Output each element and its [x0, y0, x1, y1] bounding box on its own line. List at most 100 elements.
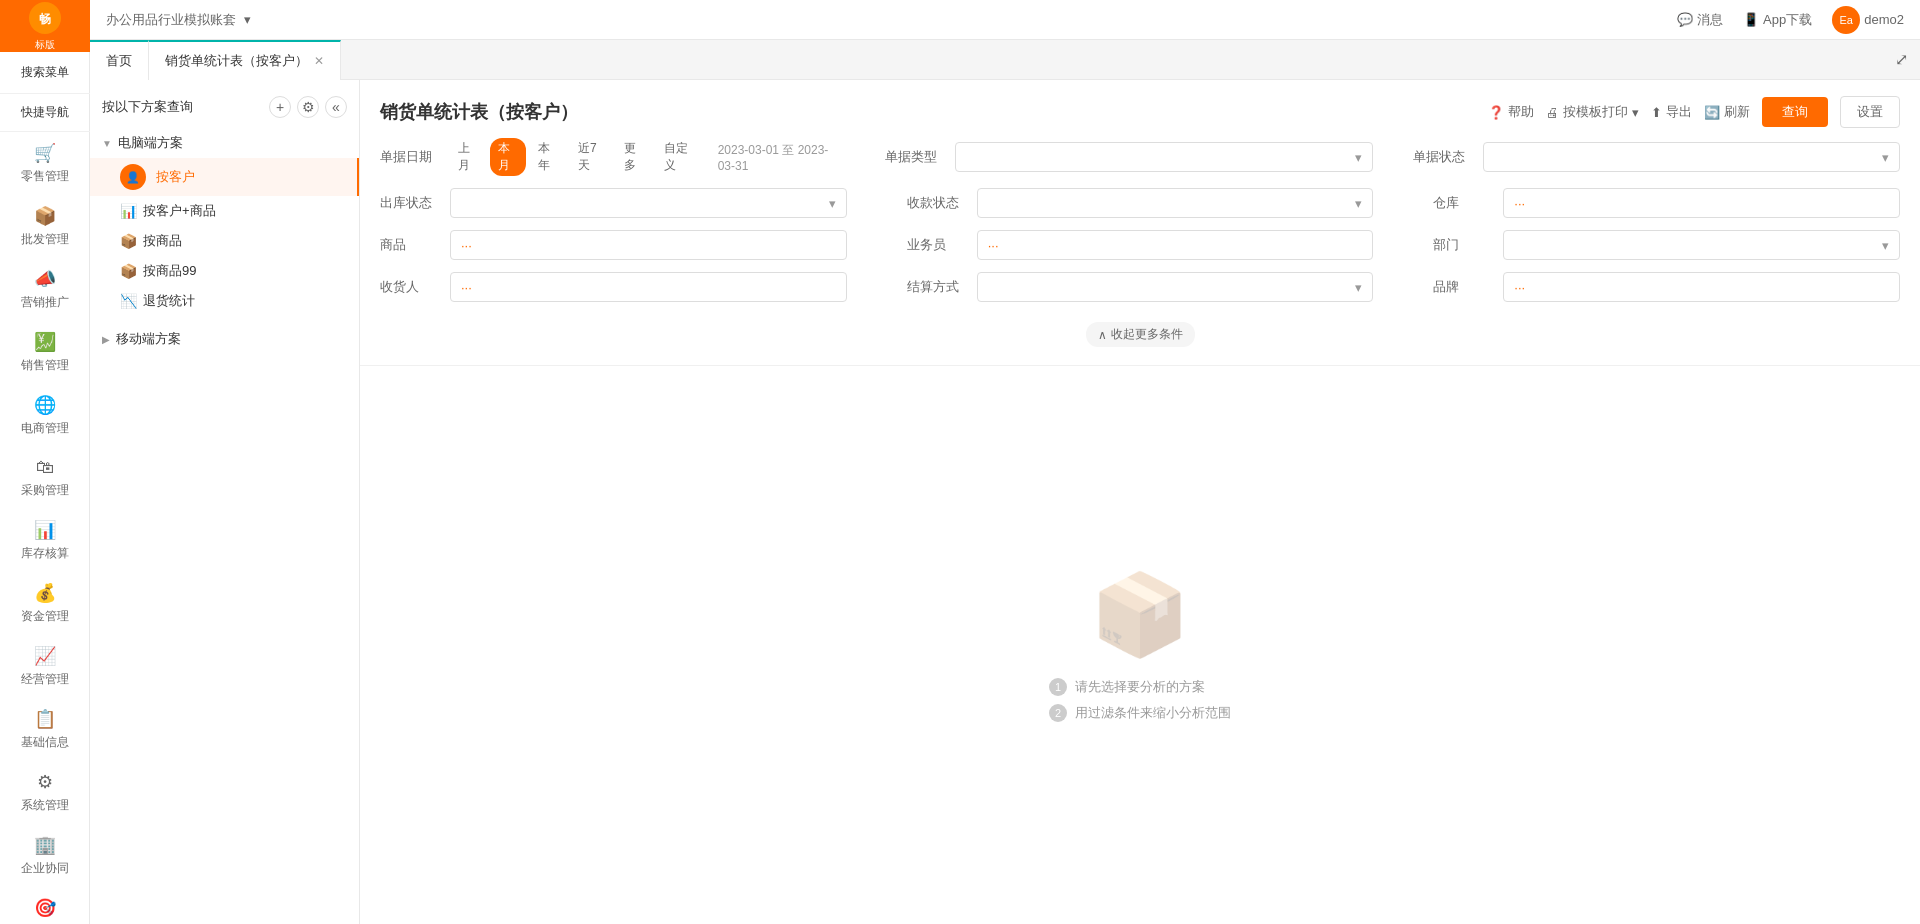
sidebar-item-basic[interactable]: 📋 基础信息	[0, 698, 90, 761]
dropdown-arrow-icon: ▾	[829, 196, 836, 211]
tree-item-by-goods[interactable]: 📦 按商品	[90, 226, 359, 256]
sidebar-item-label: 基础信息	[21, 734, 69, 751]
receipt-status-select[interactable]: ▾	[977, 188, 1374, 218]
sidebar-item-sales[interactable]: 💹 销售管理	[0, 321, 90, 384]
settlement-label: 结算方式	[907, 278, 977, 296]
sidebar-item-guide[interactable]: 🎯 新手引导	[0, 887, 90, 924]
tab-close-icon[interactable]: ✕	[314, 54, 324, 68]
date-shortcuts: 上月 本月 本年 近7天 更多 自定义	[450, 138, 702, 176]
dept-select[interactable]: ▾	[1503, 230, 1900, 260]
industry-label: 办公用品行业模拟账套	[106, 11, 236, 29]
operation-icon: 📈	[34, 645, 56, 667]
shortcut-this-year[interactable]: 本年	[530, 138, 566, 176]
tab-expand-button[interactable]: ⤢	[1883, 50, 1920, 69]
sidebar-nav[interactable]: 快捷导航	[0, 94, 90, 132]
doc-status-select[interactable]: ▾	[1483, 142, 1900, 172]
add-scheme-button[interactable]: +	[269, 96, 291, 118]
tab-home[interactable]: 首页	[90, 40, 149, 80]
user-profile[interactable]: Ea demo2	[1832, 6, 1904, 34]
scheme-settings-button[interactable]: ⚙	[297, 96, 319, 118]
filter-row-receiver: 收货人 ··· 结算方式 ▾ 品牌 ···	[380, 272, 1900, 302]
sidebar-item-purchase[interactable]: 🛍 采购管理	[0, 447, 90, 509]
warehouse-select[interactable]: ···	[1503, 188, 1900, 218]
active-dot-icon: 👤	[126, 171, 140, 184]
tree-parent-desktop[interactable]: ▼ 电脑端方案	[90, 128, 359, 158]
shortcut-last-7-days[interactable]: 近7天	[570, 138, 612, 176]
sidebar-item-label: 经营管理	[21, 671, 69, 688]
tree-arrow-icon: ▼	[102, 138, 112, 149]
collapse-panel-button[interactable]: «	[325, 96, 347, 118]
settings-button[interactable]: 设置	[1840, 96, 1900, 128]
tree-item-by-goods99[interactable]: 📦 按商品99	[90, 256, 359, 286]
dropdown-arrow-icon: ▾	[1355, 150, 1362, 165]
goods-select[interactable]: ···	[450, 230, 847, 260]
doc-type-select[interactable]: ▾	[955, 142, 1372, 172]
basic-icon: 📋	[34, 708, 56, 730]
help-button[interactable]: ❓ 帮助	[1488, 103, 1534, 121]
app-icon: 📱	[1743, 12, 1759, 27]
empty-state: 📦 1 请先选择要分析的方案 2 用过滤条件来缩小分析范围	[360, 366, 1920, 924]
right-panel: 销货单统计表（按客户） ❓ 帮助 🖨 按模板打印 ▾ ⬆ 导出	[360, 80, 1920, 924]
sidebar-logo[interactable]: 畅 标版	[0, 0, 90, 52]
empty-illustration: 📦	[1090, 568, 1190, 662]
left-panel-header: 按以下方案查询 + ⚙ «	[90, 90, 359, 124]
app-download-button[interactable]: 📱 App下载	[1743, 11, 1812, 29]
out-status-label: 出库状态	[380, 194, 450, 212]
ecommerce-icon: 🌐	[34, 394, 56, 416]
dropdown-arrow-icon: ▾	[1355, 280, 1362, 295]
sidebar-item-operation[interactable]: 📈 经营管理	[0, 635, 90, 698]
topbar-left: 办公用品行业模拟账套 ▾	[106, 11, 251, 29]
tree-item-icon: 📉	[120, 293, 137, 309]
date-filter-control: 上月 本月 本年 近7天 更多 自定义 2023-03-01 至 2023-03…	[450, 138, 845, 176]
message-label: 消息	[1697, 11, 1723, 29]
tab-sales-stats[interactable]: 销货单统计表（按客户） ✕	[149, 40, 341, 80]
message-button[interactable]: 💬 消息	[1677, 11, 1723, 29]
left-panel-actions: + ⚙ «	[269, 96, 347, 118]
warehouse-dots: ···	[1514, 196, 1525, 211]
receiver-select[interactable]: ···	[450, 272, 847, 302]
tip-text-2: 用过滤条件来缩小分析范围	[1075, 704, 1231, 722]
sidebar-item-enterprise[interactable]: 🏢 企业协同	[0, 824, 90, 887]
tree-parent-mobile[interactable]: ▶ 移动端方案	[90, 324, 359, 354]
tree-item-icon: 📦	[120, 233, 137, 249]
query-button[interactable]: 查询	[1762, 97, 1828, 127]
sidebar-item-inventory[interactable]: 📊 库存核算	[0, 509, 90, 572]
content: 按以下方案查询 + ⚙ « ▼ 电脑端方案 👤 按客户	[90, 80, 1920, 924]
shortcut-this-month[interactable]: 本月	[490, 138, 526, 176]
settlement-select[interactable]: ▾	[977, 272, 1374, 302]
retail-icon: 🛒	[34, 142, 56, 164]
shortcut-last-month[interactable]: 上月	[450, 138, 486, 176]
out-status-select[interactable]: ▾	[450, 188, 847, 218]
shortcut-custom[interactable]: 自定义	[656, 138, 702, 176]
sidebar-item-retail[interactable]: 🛒 零售管理	[0, 132, 90, 195]
salesman-dots: ···	[988, 238, 999, 253]
sidebar-item-system[interactable]: ⚙ 系统管理	[0, 761, 90, 824]
avatar-text: Ea	[1840, 14, 1853, 26]
sidebar-item-marketing[interactable]: 📣 营销推广	[0, 258, 90, 321]
salesman-select[interactable]: ···	[977, 230, 1374, 260]
empty-tips: 1 请先选择要分析的方案 2 用过滤条件来缩小分析范围	[1049, 678, 1231, 722]
print-button[interactable]: 🖨 按模板打印 ▾	[1546, 103, 1639, 121]
sidebar-search[interactable]: 搜索菜单	[0, 52, 90, 94]
brand-select[interactable]: ···	[1503, 272, 1900, 302]
export-button[interactable]: ⬆ 导出	[1651, 103, 1692, 121]
collapse-row: ∧ 收起更多条件	[380, 314, 1900, 355]
refresh-button[interactable]: 🔄 刷新	[1704, 103, 1750, 121]
goods-label: 商品	[380, 236, 450, 254]
topbar-right: 💬 消息 📱 App下载 Ea demo2	[1677, 6, 1904, 34]
sidebar-item-finance[interactable]: 💰 资金管理	[0, 572, 90, 635]
logo-text: 标版	[35, 38, 55, 52]
tree-item-return-stats[interactable]: 📉 退货统计	[90, 286, 359, 316]
shortcut-more[interactable]: 更多	[616, 138, 652, 176]
tip-text-1: 请先选择要分析的方案	[1075, 678, 1205, 696]
receiver-dots: ···	[461, 280, 472, 295]
tree-item-by-customer-goods[interactable]: 📊 按客户+商品	[90, 196, 359, 226]
industry-dropdown-icon[interactable]: ▾	[244, 12, 251, 27]
sidebar-item-label: 电商管理	[21, 420, 69, 437]
sidebar-item-label: 系统管理	[21, 797, 69, 814]
sidebar-item-ecommerce[interactable]: 🌐 电商管理	[0, 384, 90, 447]
collapse-icon: ∧	[1098, 328, 1107, 342]
sidebar-item-wholesale[interactable]: 📦 批发管理	[0, 195, 90, 258]
tree-item-by-customer[interactable]: 👤 按客户	[90, 158, 359, 196]
collapse-button[interactable]: ∧ 收起更多条件	[1086, 322, 1195, 347]
